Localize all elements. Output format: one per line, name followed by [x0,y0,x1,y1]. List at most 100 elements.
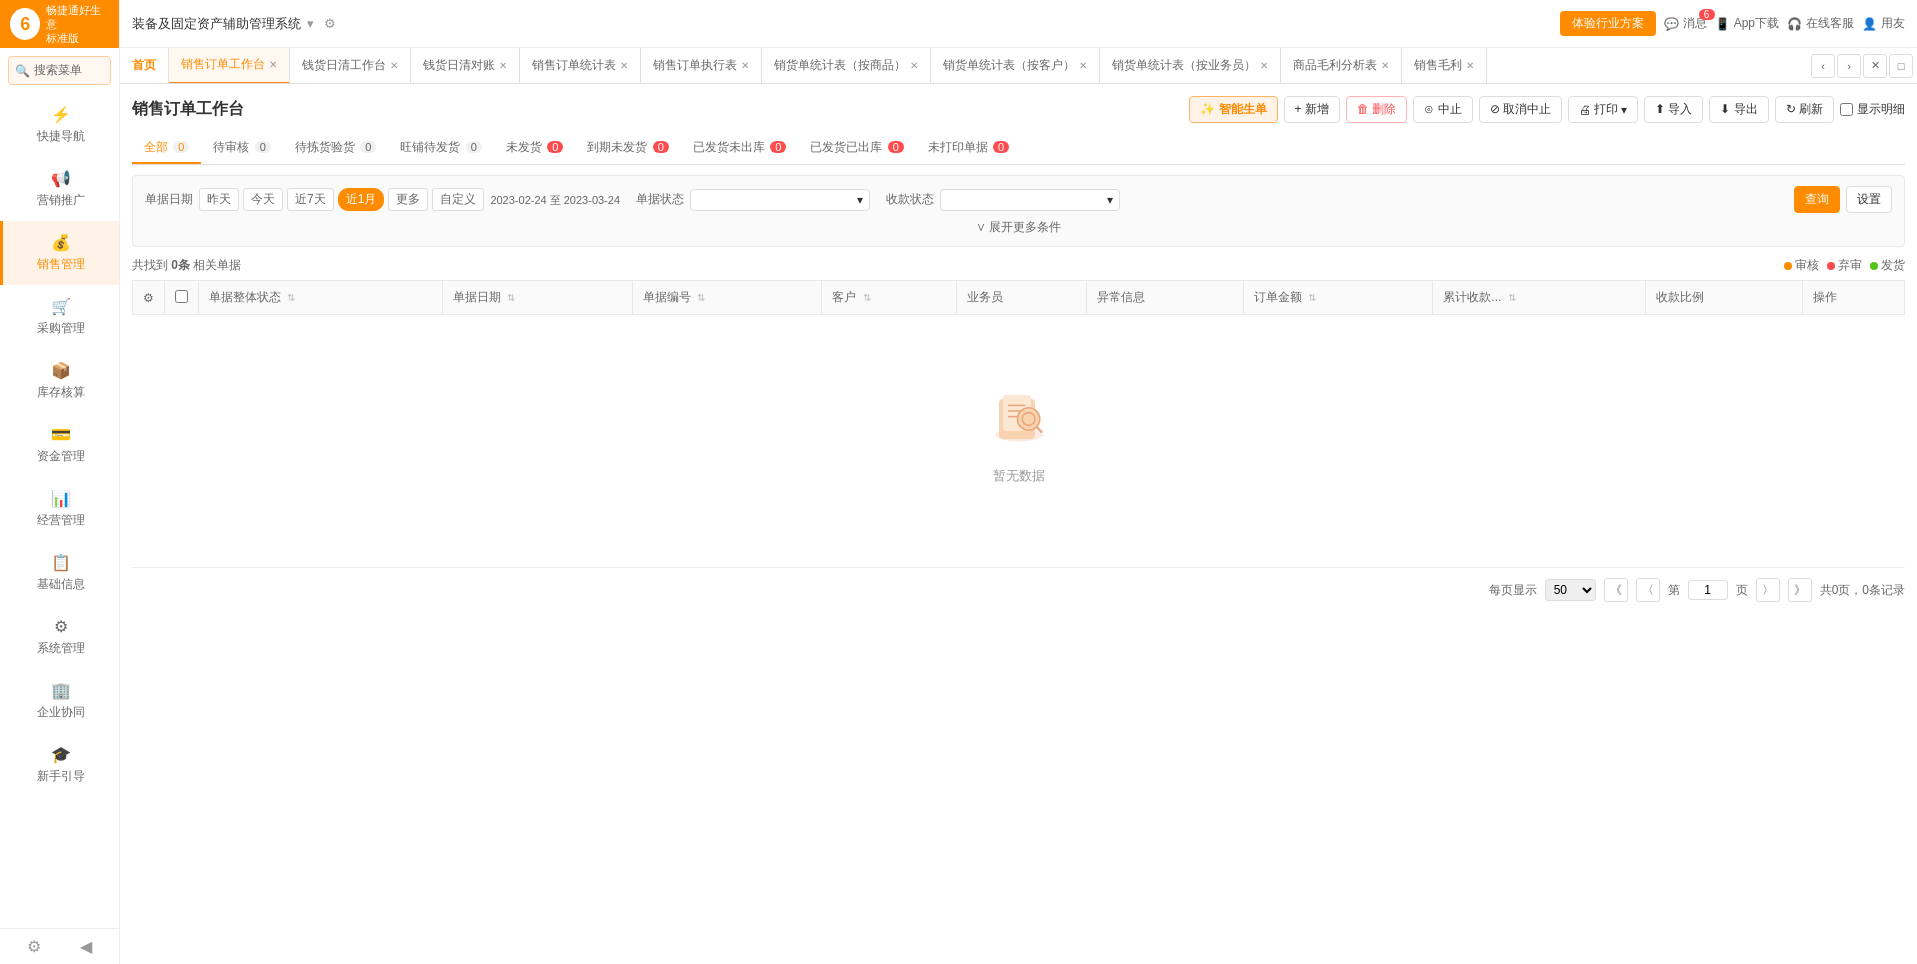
tab-maximize-button[interactable]: □ [1889,54,1913,78]
export-button[interactable]: ⬇ 导出 [1709,96,1768,123]
tab-sales-order[interactable]: 销售订单工作台 ✕ [169,48,290,84]
sidebar-item-guide[interactable]: 🎓 新手引导 [0,733,119,797]
table-settings-icon[interactable]: ⚙ [143,291,154,305]
show-detail-checkbox[interactable] [1840,103,1853,116]
date-custom[interactable]: 自定义 [432,188,484,211]
tab-sales-summary-product[interactable]: 销货单统计表（按商品） ✕ [762,48,931,84]
tab-cash-reconcile[interactable]: 钱货日清对账 ✕ [411,48,520,84]
tab-close-all-button[interactable]: ✕ [1863,54,1887,78]
sidebar-item-system[interactable]: ⚙ 系统管理 [0,605,119,669]
tab-sales-more[interactable]: 销售毛利 ✕ [1402,48,1487,84]
sidebar-item-purchase[interactable]: 🛒 采购管理 [0,285,119,349]
settings-button[interactable]: ⚙ [324,16,336,31]
tab-close-sales-stat[interactable]: ✕ [620,60,628,71]
show-detail-label[interactable]: 显示明细 [1840,101,1905,118]
sidebar-item-marketing[interactable]: 📢 营销推广 [0,157,119,221]
next-page-button[interactable]: 〉 [1756,578,1780,602]
tab-sales-summary-staff[interactable]: 销货单统计表（按业务员） ✕ [1100,48,1281,84]
horizontal-scrollbar[interactable] [132,545,1905,557]
tab-cash-daily[interactable]: 钱货日清工作台 ✕ [290,48,411,84]
payment-dropdown-icon: ▾ [1107,193,1113,207]
tab-sales-summary-customer[interactable]: 销货单统计表（按客户） ✕ [931,48,1100,84]
refresh-button[interactable]: ↻ 刷新 [1775,96,1834,123]
ai-generate-button[interactable]: ✨ 智能生单 [1189,96,1277,123]
filter-tab-not-printed[interactable]: 未打印单据 0 [916,133,1021,164]
action-ship-button[interactable]: 发货 [1870,257,1905,274]
app-download-button[interactable]: 📱 App下载 [1715,15,1779,32]
action-review-button[interactable]: 审核 [1784,257,1819,274]
filter-tab-shipped-not-out[interactable]: 已发货未出库 0 [681,133,798,164]
filter-tab-pending-review[interactable]: 待审核 0 [201,133,282,164]
date-today[interactable]: 今天 [243,188,283,211]
cancel-stop-button[interactable]: ⊘ 取消中止 [1479,96,1562,123]
sidebar-item-inventory[interactable]: 📦 库存核算 [0,349,119,413]
date-yesterday[interactable]: 昨天 [199,188,239,211]
sidebar-item-quick-nav[interactable]: ⚡ 快捷导航 [0,93,119,157]
action-cancel-review-button[interactable]: 弃审 [1827,257,1862,274]
sidebar-item-basic-info[interactable]: 📋 基础信息 [0,541,119,605]
expand-more-button[interactable]: ∨ 展开更多条件 [976,219,1061,236]
tab-sales-exec[interactable]: 销售订单执行表 ✕ [641,48,762,84]
add-button[interactable]: + 新增 [1284,96,1340,123]
query-button[interactable]: 查询 [1794,186,1840,213]
status-select[interactable]: ▾ [690,189,870,211]
date-label: 单据日期 [145,191,193,208]
payment-select[interactable]: ▾ [940,189,1120,211]
search-menu-button[interactable]: 🔍 搜索菜单 [8,56,111,85]
sidebar-item-enterprise[interactable]: 🏢 企业协同 [0,669,119,733]
accumulated-sort-icon[interactable]: ⇅ [1508,292,1516,303]
status-sort-icon[interactable]: ⇅ [287,292,295,303]
message-badge: 6 [1699,9,1715,20]
amount-sort-icon[interactable]: ⇅ [1308,292,1316,303]
stop-button[interactable]: ⊙ 中止 [1413,96,1472,123]
tab-next-button[interactable]: › [1837,54,1861,78]
import-button[interactable]: ⬆ 导入 [1644,96,1703,123]
tab-close-cash-daily[interactable]: ✕ [390,60,398,71]
filter-tab-pending-inspect[interactable]: 待拣货验货 0 [283,133,388,164]
settings-filter-button[interactable]: 设置 [1846,186,1892,213]
page-number-input[interactable] [1688,580,1728,600]
sidebar-item-finance[interactable]: 💳 资金管理 [0,413,119,477]
date-7days[interactable]: 近7天 [287,188,334,211]
filter-tab-all[interactable]: 全部 0 [132,133,201,164]
last-page-button[interactable]: 》 [1788,578,1812,602]
industry-plan-button[interactable]: 体验行业方案 [1560,11,1656,36]
per-page-select[interactable]: 20 50 100 [1545,579,1596,601]
customer-sort-icon[interactable]: ⇅ [863,292,871,303]
online-service-button[interactable]: 🎧 在线客服 [1787,15,1854,32]
delete-button[interactable]: 🗑 删除 [1346,96,1407,123]
date-more[interactable]: 更多 [388,188,428,211]
number-sort-icon[interactable]: ⇅ [697,292,705,303]
tab-close-sales-summary-product[interactable]: ✕ [910,60,918,71]
sidebar-item-operations[interactable]: 📊 经营管理 [0,477,119,541]
tab-sales-stat[interactable]: 销售订单统计表 ✕ [520,48,641,84]
tab-home[interactable]: 首页 [120,48,169,84]
tab-close-gross-profit[interactable]: ✕ [1381,60,1389,71]
tab-prev-button[interactable]: ‹ [1811,54,1835,78]
first-page-button[interactable]: 《 [1604,578,1628,602]
select-all-checkbox[interactable] [175,290,188,303]
tab-close-cash-reconcile[interactable]: ✕ [499,60,507,71]
tab-close-sales-order[interactable]: ✕ [269,59,277,70]
sidebar-collapse-button[interactable]: ◀ [80,937,92,956]
pagination: 每页显示 20 50 100 《 〈 第 页 〉 》 共0页，0条记录 [132,567,1905,606]
tab-close-sales-summary-customer[interactable]: ✕ [1079,60,1087,71]
tab-gross-profit[interactable]: 商品毛利分析表 ✕ [1281,48,1402,84]
sidebar-item-sales[interactable]: 💰 销售管理 [0,221,119,285]
sidebar-settings-button[interactable]: ⚙ [27,937,41,956]
filter-tab-shipped-out[interactable]: 已发货已出库 0 [798,133,915,164]
prev-page-button[interactable]: 〈 [1636,578,1660,602]
tab-close-sales-summary-staff[interactable]: ✕ [1260,60,1268,71]
message-button[interactable]: 💬 消息 6 [1664,15,1707,32]
tab-close-sales-exec[interactable]: ✕ [741,60,749,71]
status-field: 单据状态 ▾ [636,189,870,211]
filter-tab-overdue-not-shipped[interactable]: 到期未发货 0 [575,133,680,164]
print-button[interactable]: 🖨 打印 ▾ [1568,96,1638,123]
date-1month[interactable]: 近1月 [338,188,385,211]
tab-close-sales-more[interactable]: ✕ [1466,60,1474,71]
date-sort-icon[interactable]: ⇅ [507,292,515,303]
filter-tab-not-shipped[interactable]: 未发货 0 [494,133,575,164]
system-dropdown-icon[interactable]: ▾ [307,16,314,31]
user-menu-button[interactable]: 👤 用友 [1862,15,1905,32]
filter-tab-wangpu-pending[interactable]: 旺铺待发货 0 [388,133,493,164]
